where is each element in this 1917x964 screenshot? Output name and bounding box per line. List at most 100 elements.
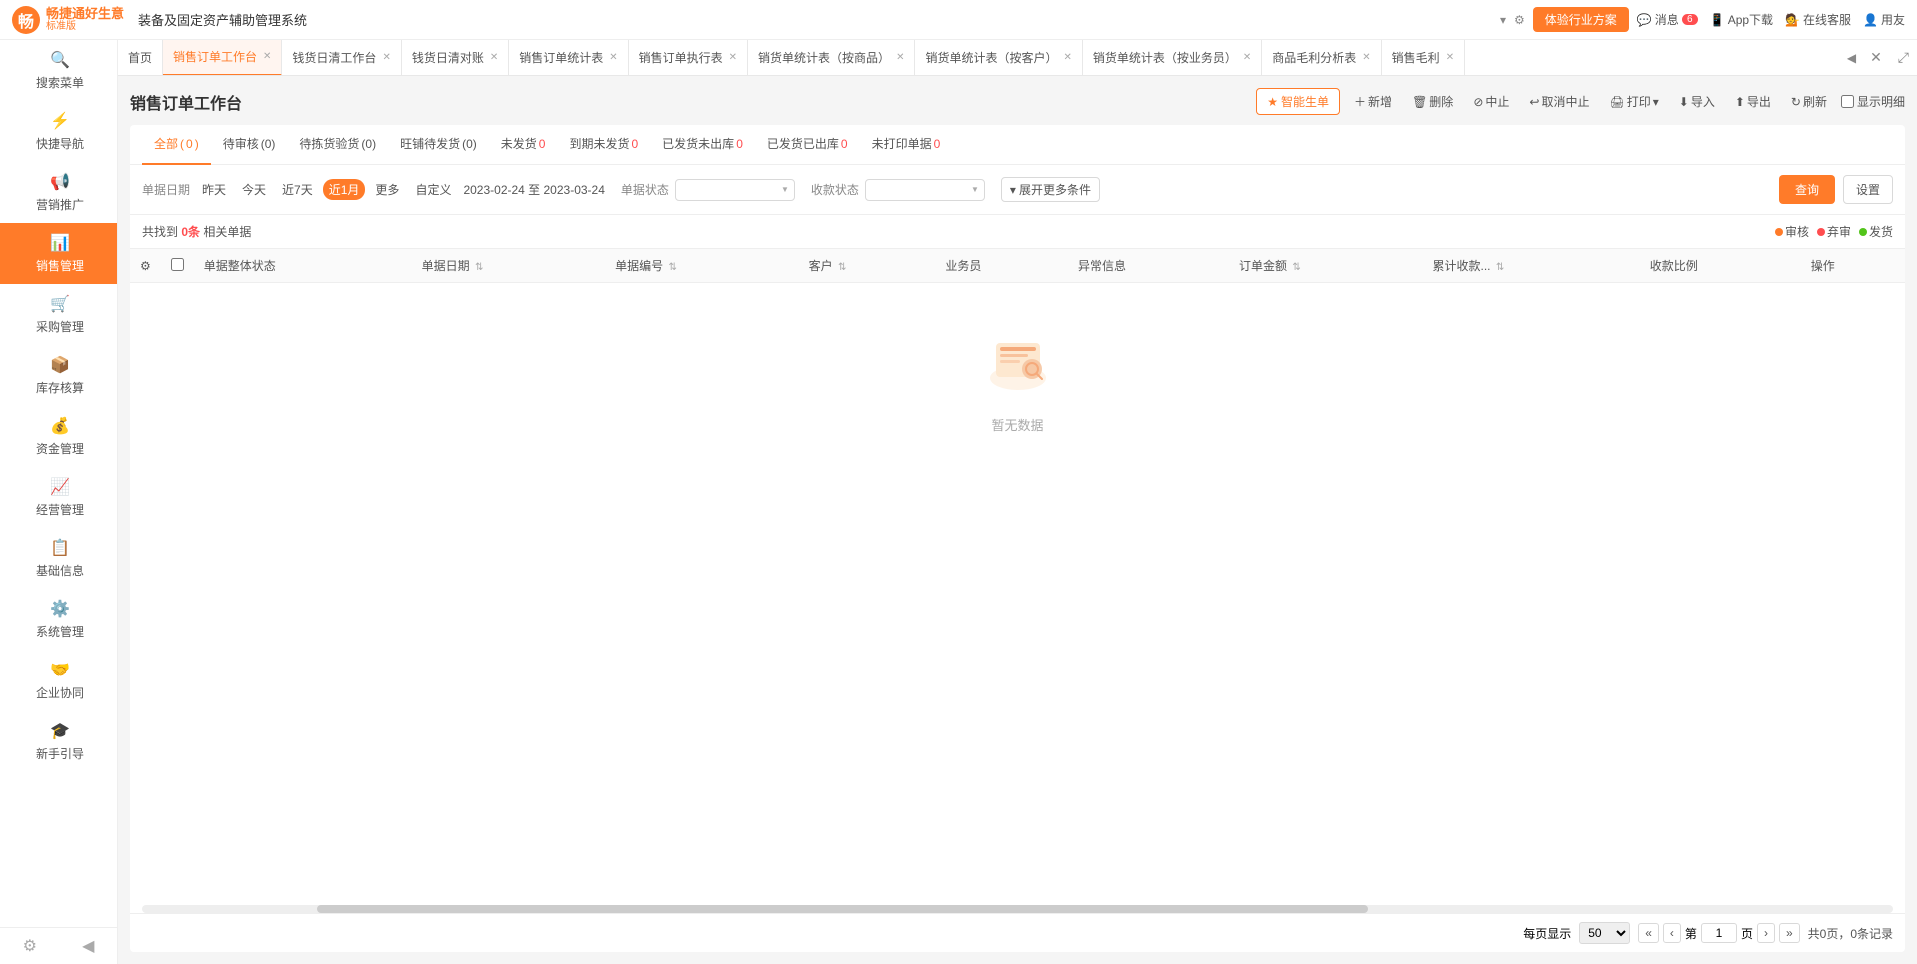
tab-cash-daily[interactable]: 钱货日清工作台 ✕ [282, 40, 401, 76]
tab-maximize-btn[interactable]: ⤢ [1890, 40, 1917, 76]
add-btn[interactable]: ＋ 新增 [1348, 89, 1398, 114]
tab-home[interactable]: 首页 [118, 40, 163, 76]
query-btn[interactable]: 查询 [1779, 175, 1835, 204]
message-btn[interactable]: 💬 消息 6 [1637, 11, 1698, 28]
system-dropdown-icon[interactable]: ▾ [1500, 13, 1506, 27]
sub-tab-shipped-out[interactable]: 已发货已出库 0 [755, 125, 860, 165]
date-btn-1month[interactable]: 近1月 [323, 179, 366, 200]
page-size-select[interactable]: 50 100 [1579, 922, 1630, 944]
set-btn[interactable]: 设置 [1843, 175, 1893, 204]
sidebar-item-basic[interactable]: 📋 基础信息 [0, 528, 117, 589]
tab-sales-by-customer[interactable]: 销货单统计表（按客户） ✕ [915, 40, 1082, 76]
sidebar-item-marketing[interactable]: 📢 营销推广 [0, 162, 117, 223]
tab-close-btn[interactable]: ✕ [382, 52, 390, 63]
suspend-btn[interactable]: ⊘ 中止 [1467, 89, 1515, 114]
col-number[interactable]: 单据编号 ⇅ [605, 249, 799, 283]
sidebar-collapse-icon[interactable]: ◀ [82, 936, 94, 956]
sidebar-settings-icon[interactable]: ⚙ [23, 936, 37, 956]
tab-gross-margin[interactable]: 商品毛利分析表 ✕ [1262, 40, 1381, 76]
sub-tab-pending-inspection[interactable]: 待拣货验货 (0) [287, 125, 388, 165]
sub-tab-not-printed[interactable]: 未打印单据 0 [860, 125, 953, 165]
search-icon: 🔍 [50, 50, 70, 70]
tab-sales-exec[interactable]: 销售订单执行表 ✕ [629, 40, 748, 76]
app-download-btn[interactable]: 📱 App下载 [1710, 11, 1773, 28]
sub-tab-wangpu[interactable]: 旺铺待发货 (0) [388, 125, 489, 165]
import-btn[interactable]: ⬇ 导入 [1673, 89, 1721, 114]
page-input[interactable] [1701, 923, 1737, 943]
next-page-btn[interactable]: › [1757, 923, 1775, 943]
sub-tab-not-shipped[interactable]: 未发货 0 [489, 125, 558, 165]
sub-tab-pending-review[interactable]: 待审核 (0) [211, 125, 288, 165]
pagination: 每页显示 50 100 « ‹ 第 页 › » 共0页，0条记录 [130, 913, 1905, 952]
online-service-btn[interactable]: 💁 在线客服 [1785, 11, 1851, 28]
tab-sales-stat[interactable]: 销售订单统计表 ✕ [509, 40, 628, 76]
date-btn-custom[interactable]: 自定义 [409, 179, 457, 200]
prev-page-btn[interactable]: ‹ [1663, 923, 1681, 943]
sub-tab-overdue[interactable]: 到期未发货 0 [557, 125, 650, 165]
batch-ship-btn[interactable]: 发货 [1859, 223, 1893, 240]
sub-tab-all[interactable]: 全部 ( 0 ) [142, 125, 211, 165]
tab-close-btn[interactable]: ✕ [729, 52, 737, 63]
show-detail-checkbox[interactable]: 显示明细 [1841, 93, 1905, 110]
tab-sales-by-salesman[interactable]: 销货单统计表（按业务员） ✕ [1083, 40, 1262, 76]
tab-close-btn[interactable]: ✕ [1063, 52, 1071, 63]
batch-review-btn[interactable]: 审核 [1775, 223, 1809, 240]
enterprise-icon: 🤝 [50, 660, 70, 680]
status-select[interactable] [675, 179, 795, 201]
date-btn-yesterday[interactable]: 昨天 [196, 179, 232, 200]
tab-sales-profit[interactable]: 销售毛利 ✕ [1382, 40, 1465, 76]
col-salesman-label: 业务员 [945, 259, 981, 273]
sidebar-item-system[interactable]: ⚙️ 系统管理 [0, 589, 117, 650]
select-all-checkbox[interactable] [171, 258, 184, 271]
tab-sales-order-workbench[interactable]: 销售订单工作台 ✕ [163, 40, 282, 76]
tab-cash-reconcile[interactable]: 钱货日清对账 ✕ [402, 40, 509, 76]
date-btn-7days[interactable]: 近7天 [276, 179, 319, 200]
last-page-btn[interactable]: » [1779, 923, 1800, 943]
first-page-btn[interactable]: « [1638, 923, 1659, 943]
tab-close-all-btn[interactable]: ✕ [1862, 40, 1890, 76]
tab-prev-btn[interactable]: ◀ [1841, 40, 1862, 76]
table-info-bar: 共找到 0条 相关单据 审核 弃审 [130, 215, 1905, 248]
delete-btn[interactable]: 🗑 删除 [1406, 89, 1459, 114]
collection-select[interactable] [865, 179, 985, 201]
col-customer[interactable]: 客户 ⇅ [799, 249, 936, 283]
show-detail-input[interactable] [1841, 95, 1854, 108]
tab-close-btn[interactable]: ✕ [490, 52, 498, 63]
date-btn-more[interactable]: 更多 [369, 179, 405, 200]
tab-close-btn[interactable]: ✕ [896, 52, 904, 63]
system-name: 装备及固定资产辅助管理系统 [138, 10, 1492, 29]
batch-cancel-review-btn[interactable]: 弃审 [1817, 223, 1851, 240]
scrollbar-thumb[interactable] [317, 905, 1368, 913]
tab-close-btn[interactable]: ✕ [1362, 52, 1370, 63]
export-btn[interactable]: ⬆ 导出 [1729, 89, 1777, 114]
sidebar-item-sales[interactable]: 📊 销售管理 [0, 223, 117, 284]
date-btn-today[interactable]: 今天 [236, 179, 272, 200]
ai-generate-btn[interactable]: ★ 智能生单 [1256, 88, 1340, 115]
col-amount[interactable]: 订单金额 ⇅ [1229, 249, 1423, 283]
sidebar-item-purchase[interactable]: 🛒 采购管理 [0, 284, 117, 345]
print-btn[interactable]: 🖨 打印 ▾ [1603, 89, 1664, 114]
tab-close-btn[interactable]: ✕ [1243, 52, 1251, 63]
industry-btn[interactable]: 体验行业方案 [1533, 7, 1629, 32]
sub-tab-shipped-not-out[interactable]: 已发货未出库 0 [650, 125, 755, 165]
settings-icon[interactable]: ⚙ [1514, 13, 1525, 27]
sidebar-item-operation[interactable]: 📈 经营管理 [0, 467, 117, 528]
user-btn[interactable]: 👤 用友 [1863, 11, 1905, 28]
tab-close-btn[interactable]: ✕ [1446, 52, 1454, 63]
col-collected[interactable]: 累计收款... ⇅ [1423, 249, 1640, 283]
tab-close-btn[interactable]: ✕ [263, 51, 271, 62]
sidebar-item-quick-nav[interactable]: ⚡ 快捷导航 [0, 101, 117, 162]
refresh-btn[interactable]: ↻ 刷新 [1785, 89, 1833, 114]
col-date[interactable]: 单据日期 ⇅ [412, 249, 606, 283]
tab-close-btn[interactable]: ✕ [609, 52, 617, 63]
tab-sales-by-product[interactable]: 销货单统计表（按商品） ✕ [748, 40, 915, 76]
col-settings-icon[interactable]: ⚙ [140, 259, 151, 273]
expand-conditions-btn[interactable]: ▾ 展开更多条件 [1001, 177, 1100, 202]
cancel-suspend-btn[interactable]: ↩ 取消中止 [1523, 89, 1595, 114]
sidebar-item-finance[interactable]: 💰 资金管理 [0, 406, 117, 467]
sidebar-item-search[interactable]: 🔍 搜索菜单 [0, 40, 117, 101]
sidebar-item-enterprise[interactable]: 🤝 企业协同 [0, 650, 117, 711]
horizontal-scrollbar[interactable] [142, 905, 1893, 913]
sidebar-item-newbie[interactable]: 🎓 新手引导 [0, 711, 117, 772]
sidebar-item-inventory[interactable]: 📦 库存核算 [0, 345, 117, 406]
